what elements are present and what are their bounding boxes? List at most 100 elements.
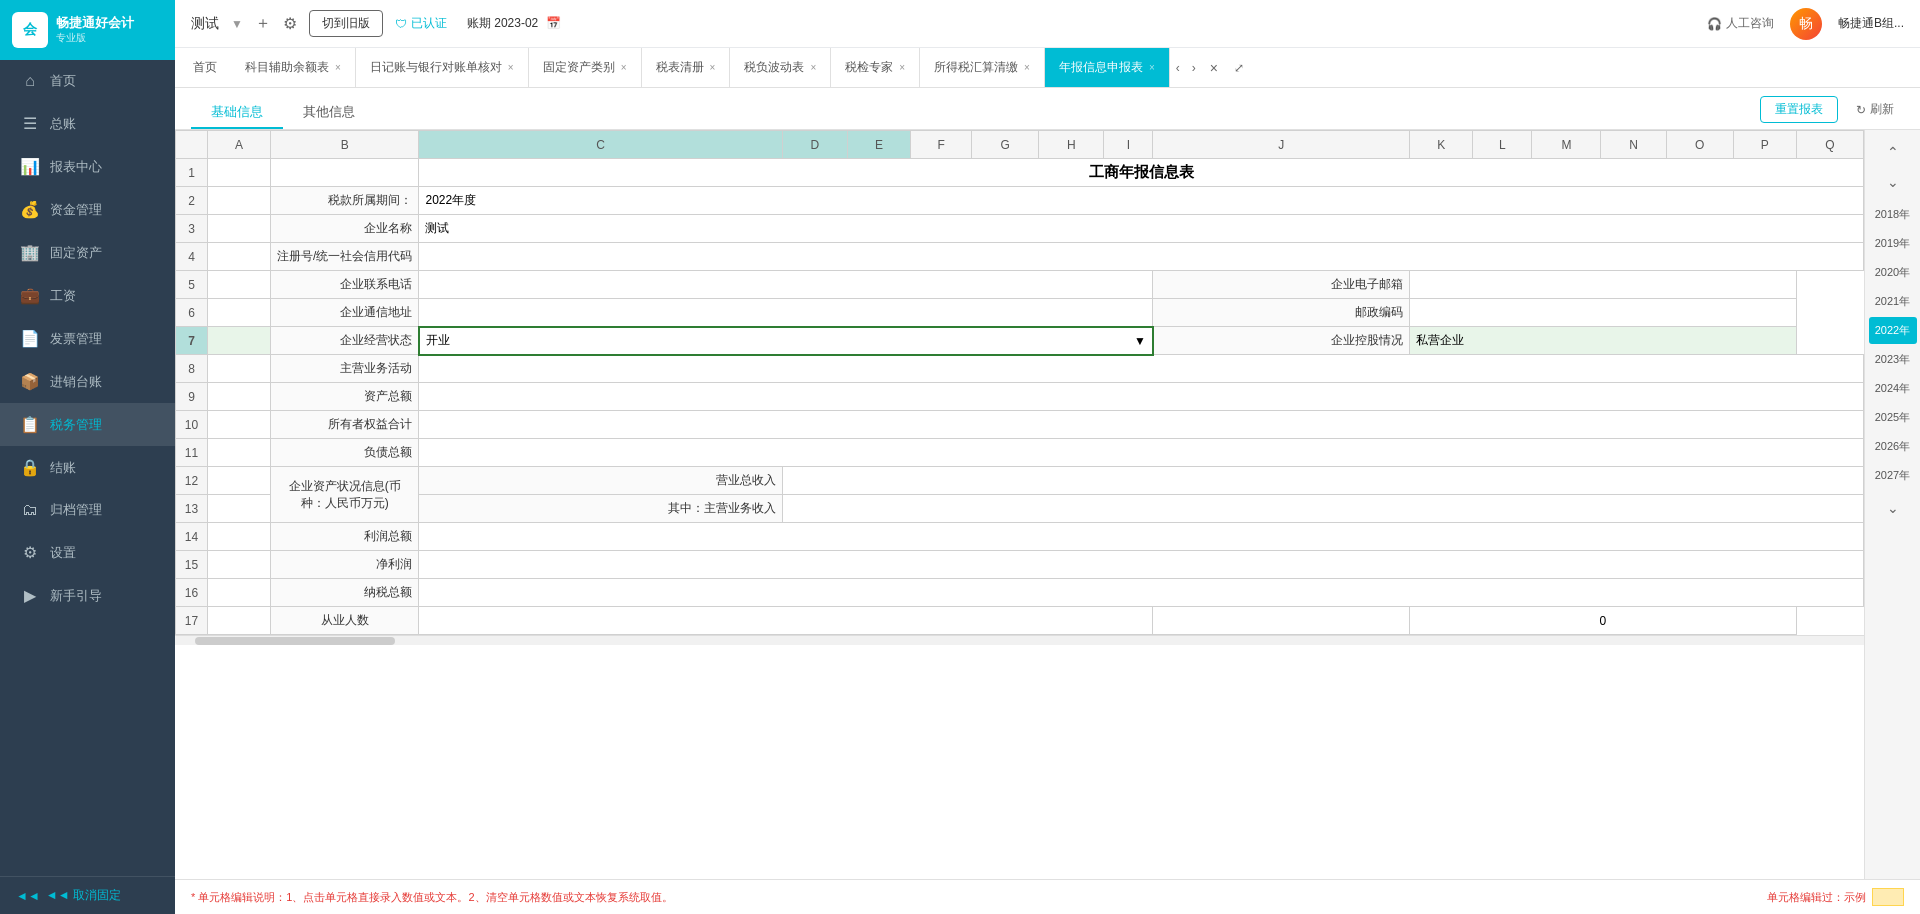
- tab-annual-report[interactable]: 年报信息申报表 ×: [1045, 48, 1170, 88]
- year-2024[interactable]: 2024年: [1869, 375, 1917, 402]
- horizontal-scrollbar[interactable]: [175, 635, 1864, 645]
- cell-value[interactable]: 测试: [419, 215, 1864, 243]
- tab-bank-reconcile[interactable]: 日记账与银行对账单核对 ×: [356, 48, 529, 88]
- tab-close-icon[interactable]: ×: [335, 62, 341, 73]
- year-expand-button[interactable]: ⌄: [1879, 168, 1907, 196]
- sidebar-pin-toggle[interactable]: ◄◄ ◄◄ 取消固定: [0, 876, 175, 914]
- sidebar-item-payroll[interactable]: 💼 工资: [0, 274, 175, 317]
- cell-label: 企业经营状态: [271, 327, 419, 355]
- dropdown-arrow-icon[interactable]: ▼: [231, 17, 243, 31]
- cell-value[interactable]: 私营企业: [1410, 327, 1797, 355]
- cell-value[interactable]: 0: [1410, 607, 1797, 635]
- sidebar-item-guide[interactable]: ▶ 新手引导: [0, 574, 175, 617]
- cell: [208, 159, 271, 187]
- cell-value[interactable]: 2022年度: [419, 187, 1864, 215]
- add-button[interactable]: ＋: [255, 13, 271, 34]
- cell: [208, 551, 271, 579]
- old-version-button[interactable]: 切到旧版: [309, 10, 383, 37]
- tab-label: 所得税汇算清缴: [934, 59, 1018, 76]
- tab-close-icon[interactable]: ×: [1149, 62, 1155, 73]
- cell-value[interactable]: [419, 523, 1864, 551]
- year-2026[interactable]: 2026年: [1869, 433, 1917, 460]
- cell-value[interactable]: [419, 411, 1864, 439]
- spreadsheet-main[interactable]: A B C D E F G H I J K L M: [175, 130, 1864, 879]
- sub-tab-basic[interactable]: 基础信息: [191, 97, 283, 129]
- tab-tax-table[interactable]: 税表清册 ×: [642, 48, 731, 88]
- tab-close-icon[interactable]: ×: [1024, 62, 1030, 73]
- col-header-p: P: [1733, 131, 1796, 159]
- headset-icon: 🎧: [1707, 17, 1722, 31]
- year-scroll-down-button[interactable]: ⌄: [1879, 494, 1907, 522]
- sidebar-item-assets[interactable]: 🏢 固定资产: [0, 231, 175, 274]
- cell-dropdown[interactable]: 开业 ▼: [419, 327, 1153, 355]
- tab-expand-button[interactable]: ⤢: [1226, 48, 1252, 88]
- year-2021[interactable]: 2021年: [1869, 288, 1917, 315]
- sidebar-item-funds[interactable]: 💰 资金管理: [0, 188, 175, 231]
- nav-label-guide: 新手引导: [50, 587, 102, 605]
- sidebar-item-settings[interactable]: ⚙ 设置: [0, 531, 175, 574]
- cell-value[interactable]: [1410, 299, 1797, 327]
- year-2019[interactable]: 2019年: [1869, 230, 1917, 257]
- cell-value[interactable]: [419, 299, 1153, 327]
- sidebar-item-invoice[interactable]: 📄 发票管理: [0, 317, 175, 360]
- user-avatar[interactable]: 畅: [1790, 8, 1822, 40]
- cell-value[interactable]: [419, 607, 1153, 635]
- sidebar-item-tax[interactable]: 📋 税务管理: [0, 403, 175, 446]
- tab-tax-burden[interactable]: 税负波动表 ×: [730, 48, 831, 88]
- sidebar-item-home[interactable]: ⌂ 首页: [0, 60, 175, 102]
- bottom-bar: * 单元格编辑说明：1、点击单元格直接录入数值或文本。2、清空单元格数值或文本恢…: [175, 879, 1920, 914]
- tab-close-icon[interactable]: ×: [621, 62, 627, 73]
- cell-value[interactable]: [419, 271, 1153, 299]
- cell-label: 企业联系电话: [271, 271, 419, 299]
- tab-income-tax[interactable]: 所得税汇算清缴 ×: [920, 48, 1045, 88]
- refresh-button[interactable]: ↻ 刷新: [1846, 97, 1904, 122]
- cell: [208, 299, 271, 327]
- cell-value[interactable]: [419, 579, 1864, 607]
- sheet-title[interactable]: 工商年报信息表: [419, 159, 1864, 187]
- year-2018[interactable]: 2018年: [1869, 201, 1917, 228]
- cell-value[interactable]: [419, 551, 1864, 579]
- pin-label: ◄◄ 取消固定: [46, 887, 121, 904]
- year-2022[interactable]: 2022年: [1869, 317, 1917, 344]
- cell-value[interactable]: [782, 467, 1863, 495]
- cell-value[interactable]: [1410, 271, 1797, 299]
- year-2025[interactable]: 2025年: [1869, 404, 1917, 431]
- consult-button[interactable]: 🎧 人工咨询: [1707, 15, 1774, 32]
- year-2027[interactable]: 2027年: [1869, 462, 1917, 489]
- sidebar-item-reports[interactable]: 📊 报表中心: [0, 145, 175, 188]
- sidebar-item-ledger[interactable]: ☰ 总账: [0, 102, 175, 145]
- sidebar-item-archive[interactable]: 🗂 归档管理: [0, 489, 175, 531]
- sub-tab-other[interactable]: 其他信息: [283, 97, 375, 129]
- tab-fixed-assets[interactable]: 固定资产类别 ×: [529, 48, 642, 88]
- table-row: 9 资产总额: [176, 383, 1864, 411]
- tab-prev-button[interactable]: ‹: [1170, 48, 1186, 88]
- settings-button[interactable]: ⚙: [283, 14, 297, 33]
- cell-value[interactable]: [419, 383, 1864, 411]
- cell-value[interactable]: [419, 439, 1864, 467]
- tab-close-icon[interactable]: ×: [508, 62, 514, 73]
- tab-close-all-button[interactable]: ×: [1202, 48, 1226, 88]
- cell: [208, 383, 271, 411]
- col-header-m: M: [1532, 131, 1601, 159]
- year-scroll-up-button[interactable]: ⌃: [1879, 138, 1907, 166]
- calendar-icon[interactable]: 📅: [546, 16, 561, 30]
- tab-close-icon[interactable]: ×: [899, 62, 905, 73]
- cell-label: 从业人数: [271, 607, 419, 635]
- tab-close-icon[interactable]: ×: [810, 62, 816, 73]
- tab-home[interactable]: 首页: [179, 48, 231, 88]
- cell-value[interactable]: [419, 243, 1864, 271]
- sidebar-item-close[interactable]: 🔒 结账: [0, 446, 175, 489]
- row-num: 14: [176, 523, 208, 551]
- reset-button[interactable]: 重置报表: [1760, 96, 1838, 123]
- sidebar-item-inventory[interactable]: 📦 进销台账: [0, 360, 175, 403]
- tab-next-button[interactable]: ›: [1186, 48, 1202, 88]
- tab-close-icon[interactable]: ×: [710, 62, 716, 73]
- tab-tax-expert[interactable]: 税检专家 ×: [831, 48, 920, 88]
- cell: [208, 187, 271, 215]
- sub-tabs: 基础信息 其他信息 重置报表 ↻ 刷新: [175, 88, 1920, 130]
- year-2020[interactable]: 2020年: [1869, 259, 1917, 286]
- year-2023[interactable]: 2023年: [1869, 346, 1917, 373]
- cell-value[interactable]: [419, 355, 1864, 383]
- tab-subject-ledger[interactable]: 科目辅助余额表 ×: [231, 48, 356, 88]
- cell-value[interactable]: [782, 495, 1863, 523]
